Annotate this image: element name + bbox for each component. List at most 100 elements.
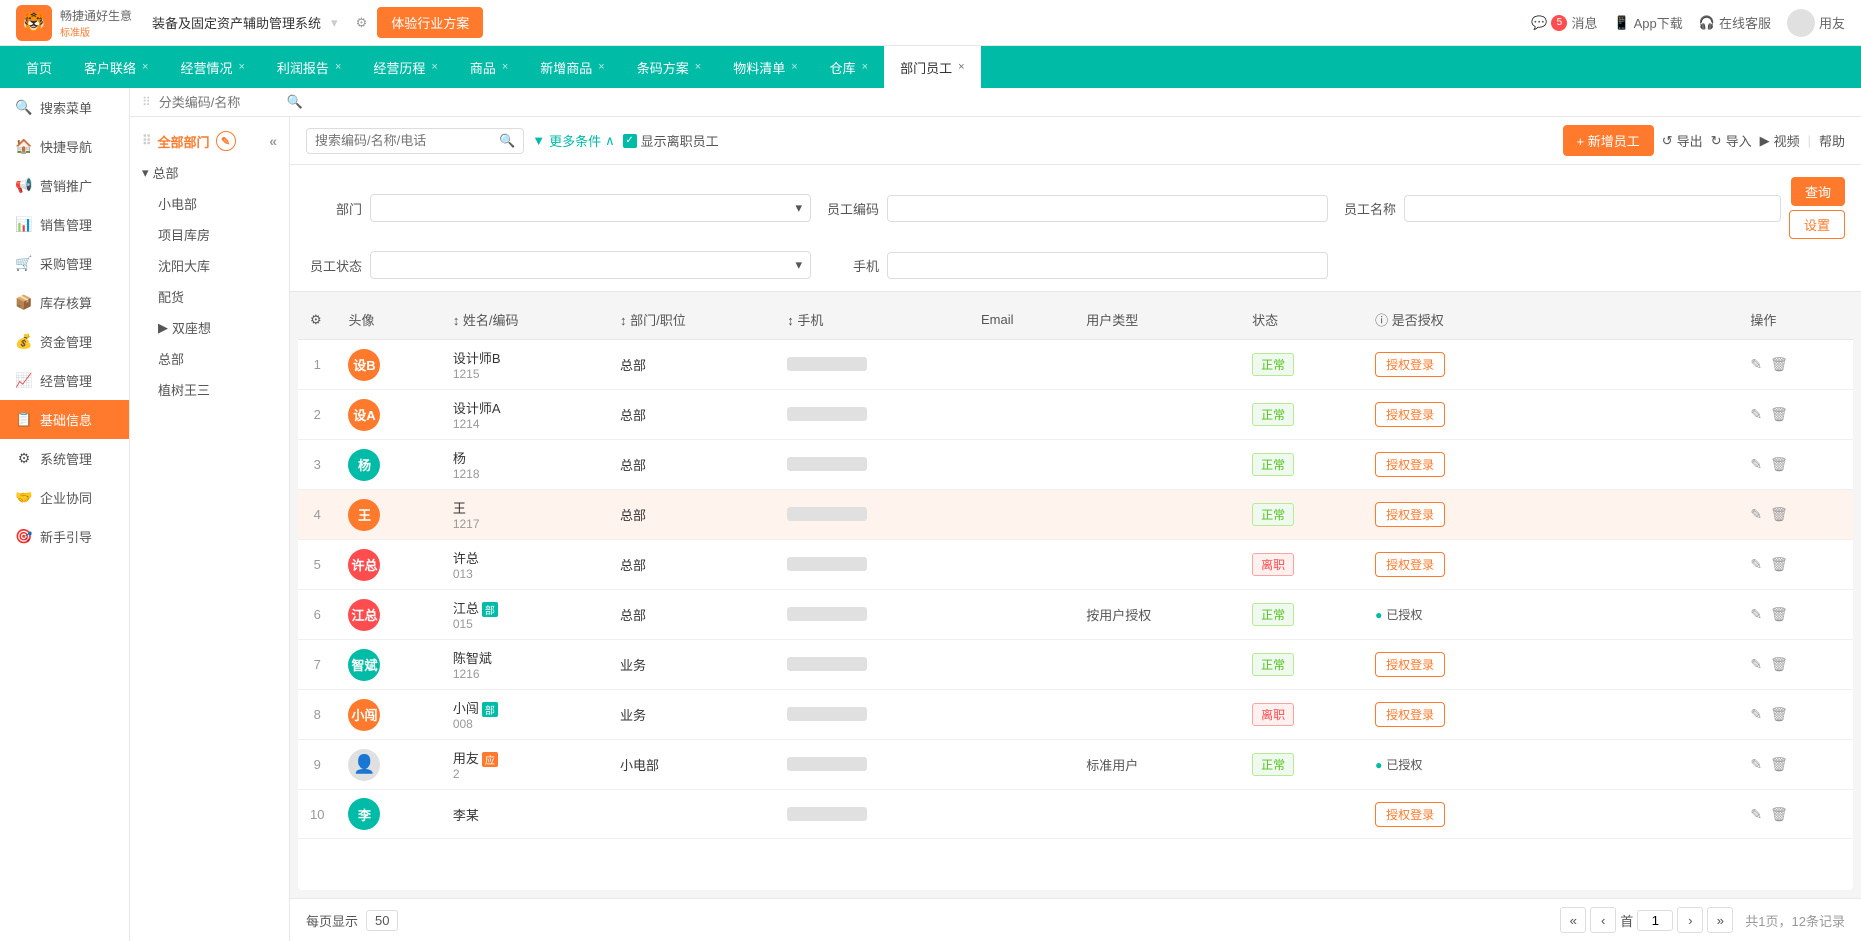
online-service-btn[interactable]: 🎧 在线客服 bbox=[1699, 13, 1771, 32]
delete-icon[interactable]: 🗑 bbox=[1770, 356, 1788, 373]
query-button[interactable]: 查询 bbox=[1791, 177, 1845, 206]
tab-goods[interactable]: 商品 × bbox=[454, 46, 524, 88]
import-button[interactable]: ↻ 导入 bbox=[1711, 131, 1752, 150]
close-icon[interactable]: × bbox=[335, 61, 341, 73]
edit-icon[interactable]: ✎ bbox=[1750, 506, 1762, 523]
tab-department[interactable]: 部门员工 × bbox=[884, 46, 980, 88]
auth-login-button[interactable]: 授权登录 bbox=[1375, 652, 1445, 677]
close-icon[interactable]: × bbox=[958, 61, 964, 73]
tab-history[interactable]: 经营历程 × bbox=[357, 46, 453, 88]
search-icon[interactable]: 🔍 bbox=[499, 133, 515, 149]
close-icon[interactable]: × bbox=[238, 61, 244, 73]
emp-code-input[interactable] bbox=[887, 195, 1328, 222]
delete-icon[interactable]: 🗑 bbox=[1770, 756, 1788, 773]
sidebar-item-purchase[interactable]: 🛒 采购管理 bbox=[0, 244, 129, 283]
page-number-input[interactable] bbox=[1637, 910, 1673, 931]
dept-setting-icon[interactable]: ✎ bbox=[216, 131, 236, 151]
col-name[interactable]: ↕ 姓名/编码 bbox=[441, 300, 608, 340]
delete-icon[interactable]: 🗑 bbox=[1770, 556, 1788, 573]
dept-item-shuangxiang[interactable]: ▶ 双座想 bbox=[130, 312, 289, 343]
dept-item-project[interactable]: 项目库房 bbox=[130, 219, 289, 250]
dept-item-peihuo[interactable]: 配货 bbox=[130, 281, 289, 312]
dept-filter-select[interactable]: ▾ bbox=[370, 194, 811, 222]
gear-icon[interactable]: ⚙ bbox=[356, 15, 368, 31]
show-hidden-toggle[interactable]: ✓ 显示离职员工 bbox=[623, 131, 719, 150]
edit-icon[interactable]: ✎ bbox=[1750, 756, 1762, 773]
delete-icon[interactable]: 🗑 bbox=[1770, 506, 1788, 523]
edit-icon[interactable]: ✎ bbox=[1750, 356, 1762, 373]
edit-icon[interactable]: ✎ bbox=[1750, 806, 1762, 823]
edit-icon[interactable]: ✎ bbox=[1750, 456, 1762, 473]
phone-input[interactable] bbox=[887, 252, 1328, 279]
next-page-btn[interactable]: › bbox=[1677, 907, 1703, 933]
edit-icon[interactable]: ✎ bbox=[1750, 556, 1762, 573]
auth-login-button[interactable]: 授权登录 bbox=[1375, 402, 1445, 427]
dropdown-arrow[interactable]: ▾ bbox=[331, 15, 338, 31]
emp-status-select[interactable]: ▾ bbox=[370, 251, 811, 279]
tab-barcode[interactable]: 条码方案 × bbox=[621, 46, 717, 88]
tab-warehouse[interactable]: 仓库 × bbox=[814, 46, 884, 88]
close-icon[interactable]: × bbox=[695, 61, 701, 73]
sidebar-item-nav[interactable]: 🏠 快捷导航 bbox=[0, 127, 129, 166]
auth-login-button[interactable]: 授权登录 bbox=[1375, 452, 1445, 477]
message-btn[interactable]: 💬 5 消息 bbox=[1531, 13, 1597, 32]
delete-icon[interactable]: 🗑 bbox=[1770, 806, 1788, 823]
add-employee-button[interactable]: + 新增员工 bbox=[1563, 125, 1654, 156]
dept-item-zhishu[interactable]: 植树王三 bbox=[130, 374, 289, 405]
edit-icon[interactable]: ✎ bbox=[1750, 656, 1762, 673]
app-download-btn[interactable]: 📱 App下载 bbox=[1613, 13, 1682, 32]
tab-operation[interactable]: 经营情况 × bbox=[164, 46, 260, 88]
tab-bom[interactable]: 物料清单 × bbox=[717, 46, 813, 88]
close-icon[interactable]: × bbox=[862, 61, 868, 73]
col-dept[interactable]: ↕ 部门/职位 bbox=[608, 300, 775, 340]
col-settings[interactable]: ⚙ bbox=[298, 300, 336, 340]
prev-page-btn[interactable]: ‹ bbox=[1590, 907, 1616, 933]
help-button[interactable]: 帮助 bbox=[1819, 131, 1845, 150]
auth-login-button[interactable]: 授权登录 bbox=[1375, 702, 1445, 727]
auth-login-button[interactable]: 授权登录 bbox=[1375, 502, 1445, 527]
search-input[interactable] bbox=[315, 133, 495, 148]
auth-login-button[interactable]: 授权登录 bbox=[1375, 352, 1445, 377]
sidebar-item-guide[interactable]: 🎯 新手引导 bbox=[0, 517, 129, 556]
emp-name-input[interactable] bbox=[1404, 195, 1781, 222]
last-page-btn[interactable]: » bbox=[1707, 907, 1733, 933]
sidebar-item-system[interactable]: ⚙ 系统管理 bbox=[0, 439, 129, 478]
delete-icon[interactable]: 🗑 bbox=[1770, 406, 1788, 423]
search-icon-small[interactable]: 🔍 bbox=[287, 94, 303, 110]
reset-button[interactable]: 设置 bbox=[1789, 210, 1845, 239]
tab-new-goods[interactable]: 新增商品 × bbox=[524, 46, 620, 88]
tab-customer[interactable]: 客户联络 × bbox=[68, 46, 164, 88]
edit-icon[interactable]: ✎ bbox=[1750, 406, 1762, 423]
category-search-input[interactable] bbox=[159, 95, 279, 110]
sidebar-item-basic-info[interactable]: 📋 基础信息 bbox=[0, 400, 129, 439]
sidebar-item-sales[interactable]: 📊 销售管理 bbox=[0, 205, 129, 244]
edit-icon[interactable]: ✎ bbox=[1750, 606, 1762, 623]
view-button[interactable]: ▶ 视频 bbox=[1760, 131, 1800, 150]
close-icon[interactable]: × bbox=[598, 61, 604, 73]
edit-icon[interactable]: ✎ bbox=[1750, 706, 1762, 723]
close-icon[interactable]: × bbox=[791, 61, 797, 73]
user-area[interactable]: 用友 bbox=[1787, 9, 1845, 37]
trial-button[interactable]: 体验行业方案 bbox=[377, 7, 483, 38]
sidebar-item-search[interactable]: 🔍 搜索菜单 bbox=[0, 88, 129, 127]
delete-icon[interactable]: 🗑 bbox=[1770, 656, 1788, 673]
dept-item-zonbu2[interactable]: 总部 bbox=[130, 343, 289, 374]
more-conditions-btn[interactable]: ▼ 更多条件 ∧ bbox=[532, 131, 614, 150]
delete-icon[interactable]: 🗑 bbox=[1770, 606, 1788, 623]
sidebar-item-finance[interactable]: 💰 资金管理 bbox=[0, 322, 129, 361]
delete-icon[interactable]: 🗑 bbox=[1770, 706, 1788, 723]
dept-item-shenyang[interactable]: 沈阳大库 bbox=[130, 250, 289, 281]
close-icon[interactable]: × bbox=[431, 61, 437, 73]
tab-home[interactable]: 首页 bbox=[10, 46, 68, 88]
auth-login-button[interactable]: 授权登录 bbox=[1375, 552, 1445, 577]
delete-icon[interactable]: 🗑 bbox=[1770, 456, 1788, 473]
first-page-btn[interactable]: « bbox=[1560, 907, 1586, 933]
dept-item-xiaodian[interactable]: 小电部 bbox=[130, 188, 289, 219]
export-button[interactable]: ↺ 导出 bbox=[1662, 131, 1703, 150]
collapse-btn[interactable]: « bbox=[269, 133, 277, 149]
sidebar-item-inventory[interactable]: 📦 库存核算 bbox=[0, 283, 129, 322]
sidebar-item-collab[interactable]: 🤝 企业协同 bbox=[0, 478, 129, 517]
dept-item-zonbu[interactable]: ▾ 总部 bbox=[130, 157, 289, 188]
sidebar-item-management[interactable]: 📈 经营管理 bbox=[0, 361, 129, 400]
page-size-select[interactable]: 50 bbox=[366, 910, 398, 931]
